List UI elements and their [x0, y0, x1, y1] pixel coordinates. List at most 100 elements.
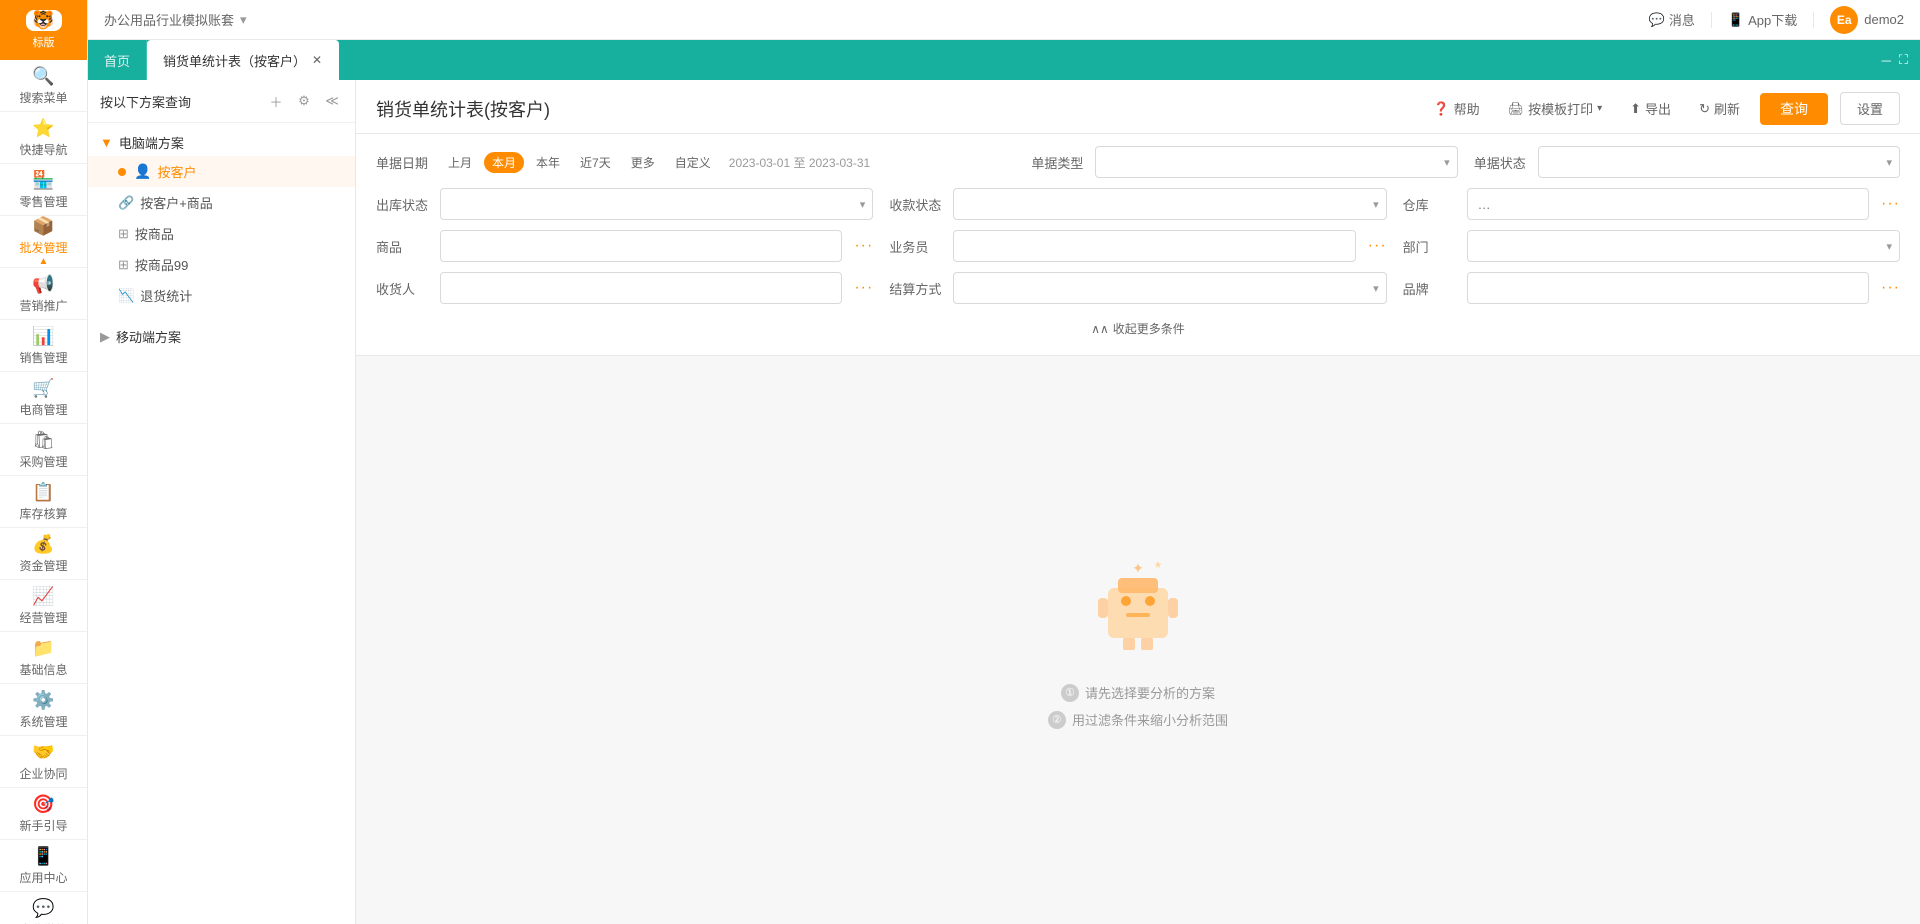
recipient-input[interactable]: [440, 272, 842, 304]
filter-payment: 结算方式 ▾: [889, 272, 1386, 304]
date-tabs: 上月 本月 本年 近7天 更多 自定义: [440, 152, 719, 173]
doc-type-select[interactable]: [1095, 146, 1457, 178]
message-icon: 💬: [1649, 12, 1665, 28]
payment-select[interactable]: [953, 272, 1386, 304]
sidebar-item-system[interactable]: ⚙️ 系统管理: [0, 684, 87, 736]
sidebar-item-purchase[interactable]: 🛍 采购管理: [0, 424, 87, 476]
filter-area: 单据日期 上月 本月 本年 近7天 更多 自定义 2023-03-01 至 20…: [356, 134, 1920, 356]
sidebar-item-wechat[interactable]: 💬 企业微信: [0, 892, 87, 924]
scheme-item-return-stats[interactable]: 📉 退货统计: [88, 280, 355, 311]
window-restore-icon[interactable]: ⛶: [1899, 52, 1908, 68]
by-customer-product-icon: 🔗: [118, 195, 134, 211]
warehouse-input[interactable]: [1467, 188, 1869, 220]
sidebar-item-operations[interactable]: 📈 经营管理: [0, 580, 87, 632]
scheme-item-by-product[interactable]: ⊞ 按商品: [88, 218, 355, 249]
export-icon: ⬆: [1630, 101, 1641, 117]
message-button[interactable]: 💬 消息: [1649, 10, 1695, 29]
sidebar-item-basic[interactable]: 📁 基础信息: [0, 632, 87, 684]
sidebar-item-quick-nav[interactable]: ⭐ 快捷导航: [0, 112, 87, 164]
user-menu-button[interactable]: Ea demo2: [1830, 6, 1904, 34]
warehouse-label: 仓库: [1403, 195, 1459, 214]
svg-text:★: ★: [1154, 560, 1163, 571]
filter-dept: 部门 ▾: [1403, 230, 1900, 262]
tab-home[interactable]: 首页: [88, 40, 147, 80]
mobile-group-header[interactable]: ▶ 移动端方案: [88, 323, 355, 350]
main-area: 办公用品行业模拟账套 ▾ 💬 消息 📱 App下载 Ea demo2 首页: [88, 0, 1920, 924]
sidebar-item-marketing[interactable]: 📢 营销推广: [0, 268, 87, 320]
breadcrumb-arrow-icon[interactable]: ▾: [240, 12, 247, 28]
recipient-dots-icon[interactable]: ···: [854, 279, 873, 297]
sidebar-item-ecommerce[interactable]: 🛒 电商管理: [0, 372, 87, 424]
sidebar-item-finance[interactable]: 💰 资金管理: [0, 528, 87, 580]
sidebar-item-enterprise[interactable]: 🤝 企业协同: [0, 736, 87, 788]
collect-status-select[interactable]: [953, 188, 1386, 220]
sidebar-item-wholesale[interactable]: 📦 批发管理 ▲: [0, 216, 87, 268]
collect-status-label: 收款状态: [889, 195, 945, 214]
ship-status-label: 出库状态: [376, 195, 432, 214]
sidebar-item-apps[interactable]: 📱 应用中心: [0, 840, 87, 892]
date-tab-last-month[interactable]: 上月: [440, 152, 480, 173]
operations-icon: 📈: [32, 586, 54, 607]
product-dots-icon[interactable]: ···: [854, 237, 873, 255]
enterprise-icon: 🤝: [32, 742, 54, 763]
desktop-group-arrow-icon: ▼: [100, 135, 113, 150]
doc-status-select[interactable]: [1538, 146, 1900, 178]
app-download-button[interactable]: 📱 App下载: [1728, 10, 1797, 29]
product-input[interactable]: [440, 230, 842, 262]
empty-hint-2: ② 用过滤条件来缩小分析范围: [1048, 710, 1228, 729]
refresh-button[interactable]: ↻ 刷新: [1691, 95, 1748, 122]
date-tab-more[interactable]: 更多: [623, 152, 663, 173]
return-stats-icon: 📉: [118, 288, 134, 304]
date-label: 单据日期: [376, 153, 432, 172]
sidebar-item-retail[interactable]: 🏪 零售管理: [0, 164, 87, 216]
dept-label: 部门: [1403, 237, 1459, 256]
quick-nav-icon: ⭐: [32, 118, 54, 139]
print-template-button[interactable]: 🖨 按模板打印 ▾: [1500, 95, 1611, 122]
divider-1: [1711, 12, 1712, 28]
date-tab-custom[interactable]: 自定义: [667, 152, 719, 173]
logo: 🐯 标版: [0, 0, 87, 60]
window-minimize-icon[interactable]: ─: [1882, 53, 1891, 68]
scheme-collapse-button[interactable]: ≪: [321, 90, 343, 112]
scheme-item-by-customer[interactable]: 👤 按客户: [88, 156, 355, 187]
desktop-group-header[interactable]: ▼ 电脑端方案: [88, 129, 355, 156]
staff-input[interactable]: [953, 230, 1355, 262]
tab-sales-stats[interactable]: 销货单统计表（按客户） ✕: [147, 40, 339, 80]
search-menu-icon: 🔍: [32, 66, 54, 87]
scheme-header: 按以下方案查询 ＋ ⚙ ≪: [88, 80, 355, 123]
breadcrumb-area: 办公用品行业模拟账套 ▾: [104, 10, 247, 29]
print-arrow-icon: ▾: [1597, 103, 1602, 114]
sidebar-item-newbie[interactable]: 🎯 新手引导: [0, 788, 87, 840]
retail-icon: 🏪: [32, 170, 54, 191]
scheme-panel: 按以下方案查询 ＋ ⚙ ≪ ▼ 电脑端方案 👤 按客户 🔗 按客户+商品: [88, 80, 356, 924]
newbie-icon: 🎯: [32, 794, 54, 815]
staff-dots-icon[interactable]: ···: [1368, 237, 1387, 255]
dept-select[interactable]: [1467, 230, 1900, 262]
doc-status-select-wrap: ▾: [1538, 146, 1900, 178]
active-dot: [118, 168, 126, 176]
query-button[interactable]: 查询: [1760, 93, 1828, 125]
settings-button[interactable]: 设置: [1840, 92, 1900, 125]
sidebar-item-search-menu[interactable]: 🔍 搜索菜单: [0, 60, 87, 112]
brand-dots-icon[interactable]: ···: [1881, 279, 1900, 297]
filter-row-1: 单据日期 上月 本月 本年 近7天 更多 自定义 2023-03-01 至 20…: [376, 146, 1900, 178]
scheme-add-button[interactable]: ＋: [265, 90, 287, 112]
ecommerce-icon: 🛒: [32, 378, 54, 399]
scheme-item-by-customer-product[interactable]: 🔗 按客户+商品: [88, 187, 355, 218]
tab-close-icon[interactable]: ✕: [312, 53, 322, 67]
export-button[interactable]: ⬆ 导出: [1622, 95, 1679, 122]
staff-label: 业务员: [889, 237, 945, 256]
scheme-settings-button[interactable]: ⚙: [293, 90, 315, 112]
date-tab-this-year[interactable]: 本年: [528, 152, 568, 173]
svg-text:✦: ✦: [1132, 560, 1144, 576]
collapse-button[interactable]: ∧∧ 收起更多条件: [376, 314, 1900, 343]
help-button[interactable]: ❓ 帮助: [1425, 95, 1487, 122]
ship-status-select[interactable]: [440, 188, 873, 220]
sidebar-item-sales[interactable]: 📊 销售管理: [0, 320, 87, 372]
scheme-item-by-product-99[interactable]: ⊞ 按商品99: [88, 249, 355, 280]
brand-input[interactable]: [1467, 272, 1869, 304]
date-tab-7days[interactable]: 近7天: [572, 152, 619, 173]
warehouse-dots-icon[interactable]: ···: [1881, 195, 1900, 213]
date-tab-this-month[interactable]: 本月: [484, 152, 524, 173]
sidebar-item-inventory[interactable]: 📋 库存核算: [0, 476, 87, 528]
